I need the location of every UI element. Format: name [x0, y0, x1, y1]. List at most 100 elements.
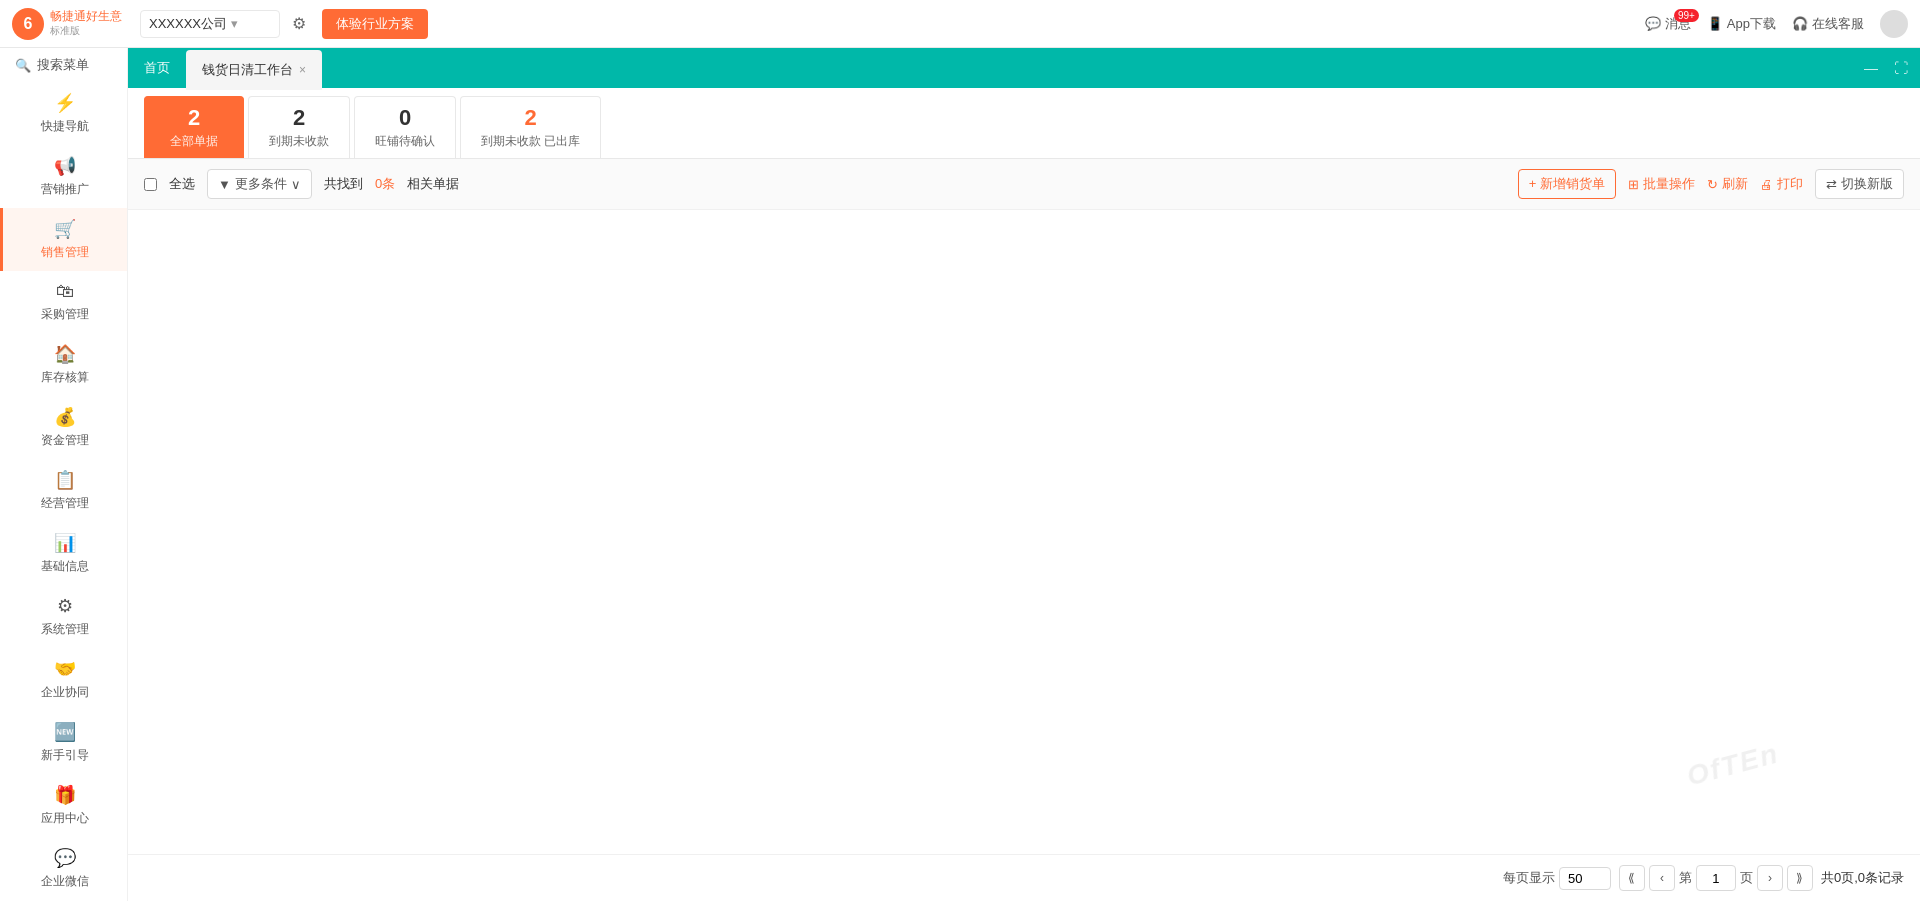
sidebar-item-label: 基础信息	[41, 558, 89, 575]
company-selector[interactable]: XXXXXX公司 ▾	[140, 10, 280, 38]
search-icon: 🔍	[15, 58, 31, 73]
refresh-icon: ↻	[1707, 177, 1718, 192]
per-page-select[interactable]: 50 10 20 100	[1559, 867, 1611, 890]
tab-active[interactable]: 钱货日清工作台 ×	[186, 50, 322, 90]
filter-button[interactable]: ▼ 更多条件 ∨	[207, 169, 312, 199]
filter-icon: ▼	[218, 177, 231, 192]
message-badge: 99+	[1674, 9, 1699, 22]
sidebar-item-label: 快捷导航	[41, 118, 89, 135]
batch-icon: ⊞	[1628, 177, 1639, 192]
tab-active-label: 钱货日清工作台	[202, 61, 293, 79]
table-area	[128, 210, 1920, 854]
sidebar-item-marketing[interactable]: 📢 营销推广	[0, 145, 127, 208]
per-page-label: 每页显示	[1503, 869, 1555, 887]
sidebar-item-label: 采购管理	[41, 306, 89, 323]
batch-label: 批量操作	[1643, 175, 1695, 193]
page-label: 第	[1679, 869, 1692, 887]
last-page-button[interactable]: ⟫	[1787, 865, 1813, 891]
sidebar-search[interactable]: 🔍 搜索菜单	[0, 48, 127, 82]
stat-num-overdue: 2	[293, 105, 305, 131]
sales-icon: 🛒	[54, 218, 76, 240]
service-label: 在线客服	[1812, 15, 1864, 33]
sidebar-item-sales[interactable]: 🛒 销售管理	[0, 208, 127, 271]
sidebar-item-guide[interactable]: 🆕 新手引导	[0, 711, 127, 774]
sidebar-item-base[interactable]: 📊 基础信息	[0, 522, 127, 585]
sidebar-item-finance[interactable]: 💰 资金管理	[0, 396, 127, 459]
tab-close-icon[interactable]: ×	[299, 63, 306, 77]
page-number-input[interactable]	[1696, 865, 1736, 891]
found-suffix: 相关单据	[407, 175, 459, 193]
stat-tab-all[interactable]: 2 全部单据	[144, 96, 244, 158]
sidebar-item-quick-nav[interactable]: ⚡ 快捷导航	[0, 82, 127, 145]
sidebar-item-label: 企业微信	[41, 873, 89, 890]
cooperation-icon: 🤝	[54, 658, 76, 680]
sidebar-item-purchase[interactable]: 🛍 采购管理	[0, 271, 127, 333]
base-icon: 📊	[54, 532, 76, 554]
marketing-icon: 📢	[54, 155, 76, 177]
chevron-down-icon: ∨	[291, 177, 301, 192]
tab-home[interactable]: 首页	[128, 48, 186, 88]
add-sales-order-button[interactable]: + 新增销货单	[1518, 169, 1616, 199]
first-page-button[interactable]: ⟪	[1619, 865, 1645, 891]
headset-icon: 🎧	[1792, 16, 1808, 31]
stat-label-wangpu: 旺铺待确认	[375, 133, 435, 150]
sidebar-item-cooperation[interactable]: 🤝 企业协同	[0, 648, 127, 711]
refresh-button[interactable]: ↻ 刷新	[1707, 175, 1748, 193]
operation-icon: 📋	[54, 469, 76, 491]
tab-bar: 首页 钱货日清工作台 × — ⛶	[128, 48, 1920, 88]
wechat-icon: 💬	[54, 847, 76, 869]
purchase-icon: 🛍	[56, 281, 74, 302]
avatar[interactable]	[1880, 10, 1908, 38]
logo-name: 畅捷通好生意	[50, 9, 122, 25]
stats-bar: 2 全部单据 2 到期未收款 0 旺铺待确认 2 到期未收款 已出库	[128, 88, 1920, 159]
next-page-button[interactable]: ›	[1757, 865, 1783, 891]
sidebar-item-operation[interactable]: 📋 经营管理	[0, 459, 127, 522]
sidebar: 🔍 搜索菜单 ⚡ 快捷导航 📢 营销推广 🛒 销售管理 🛍 采购管理 🏠 库存核…	[0, 48, 128, 901]
tab-home-label: 首页	[144, 59, 170, 77]
sidebar-item-wechat[interactable]: 💬 企业微信	[0, 837, 127, 900]
refresh-label: 刷新	[1722, 175, 1748, 193]
message-button[interactable]: 💬 消息 99+	[1645, 15, 1691, 33]
page-suffix: 页	[1740, 869, 1753, 887]
sidebar-item-system[interactable]: ⚙ 系统管理	[0, 585, 127, 648]
try-industry-button[interactable]: 体验行业方案	[322, 9, 428, 39]
switch-version-button[interactable]: ⇄ 切换新版	[1815, 169, 1904, 199]
switch-icon: ⇄	[1826, 177, 1837, 192]
stat-tab-shipped[interactable]: 2 到期未收款 已出库	[460, 96, 601, 158]
select-all-checkbox[interactable]	[144, 178, 157, 191]
sidebar-item-label: 库存核算	[41, 369, 89, 386]
online-service-button[interactable]: 🎧 在线客服	[1792, 15, 1864, 33]
toolbar: 全选 ▼ 更多条件 ∨ 共找到 0条 相关单据 + 新增销货单 ⊞ 批量操作	[128, 159, 1920, 210]
main-content: 首页 钱货日清工作台 × — ⛶ 2 全部单据 2 到期未收款	[128, 48, 1920, 901]
page-navigation: ⟪ ‹ 第 页 › ⟫	[1619, 865, 1813, 891]
toolbar-right: + 新增销货单 ⊞ 批量操作 ↻ 刷新 🖨 打印 ⇄	[1518, 169, 1904, 199]
print-icon: 🖨	[1760, 177, 1773, 192]
quick-nav-icon: ⚡	[54, 92, 76, 114]
app-download-button[interactable]: 📱 App下载	[1707, 15, 1776, 33]
stat-tab-wangpu[interactable]: 0 旺铺待确认	[354, 96, 456, 158]
tab-maximize-icon[interactable]: ⛶	[1890, 56, 1912, 80]
tab-minimize-icon[interactable]: —	[1860, 56, 1882, 80]
message-icon: 💬	[1645, 16, 1661, 31]
print-button[interactable]: 🖨 打印	[1760, 175, 1803, 193]
stat-label-shipped: 到期未收款 已出库	[481, 133, 580, 150]
sidebar-item-apps[interactable]: 🎁 应用中心	[0, 774, 127, 837]
logo-area: 6 畅捷通好生意 标准版	[12, 8, 140, 40]
sidebar-item-label: 经营管理	[41, 495, 89, 512]
filter-label: 更多条件	[235, 175, 287, 193]
stat-num-all: 2	[188, 105, 200, 131]
settings-icon[interactable]: ⚙	[288, 10, 310, 37]
plus-icon: + 新增销货单	[1529, 175, 1605, 193]
switch-label: 切换新版	[1841, 175, 1893, 193]
app-label: App下载	[1727, 15, 1776, 33]
batch-operation-button[interactable]: ⊞ 批量操作	[1628, 175, 1695, 193]
found-count: 0条	[375, 175, 395, 193]
guide-icon: 🆕	[54, 721, 76, 743]
stat-tab-overdue[interactable]: 2 到期未收款	[248, 96, 350, 158]
app-icon: 📱	[1707, 16, 1723, 31]
sidebar-item-label: 营销推广	[41, 181, 89, 198]
inventory-icon: 🏠	[54, 343, 76, 365]
sidebar-item-inventory[interactable]: 🏠 库存核算	[0, 333, 127, 396]
header: 6 畅捷通好生意 标准版 XXXXXX公司 ▾ ⚙ 体验行业方案 💬 消息 99…	[0, 0, 1920, 48]
prev-page-button[interactable]: ‹	[1649, 865, 1675, 891]
